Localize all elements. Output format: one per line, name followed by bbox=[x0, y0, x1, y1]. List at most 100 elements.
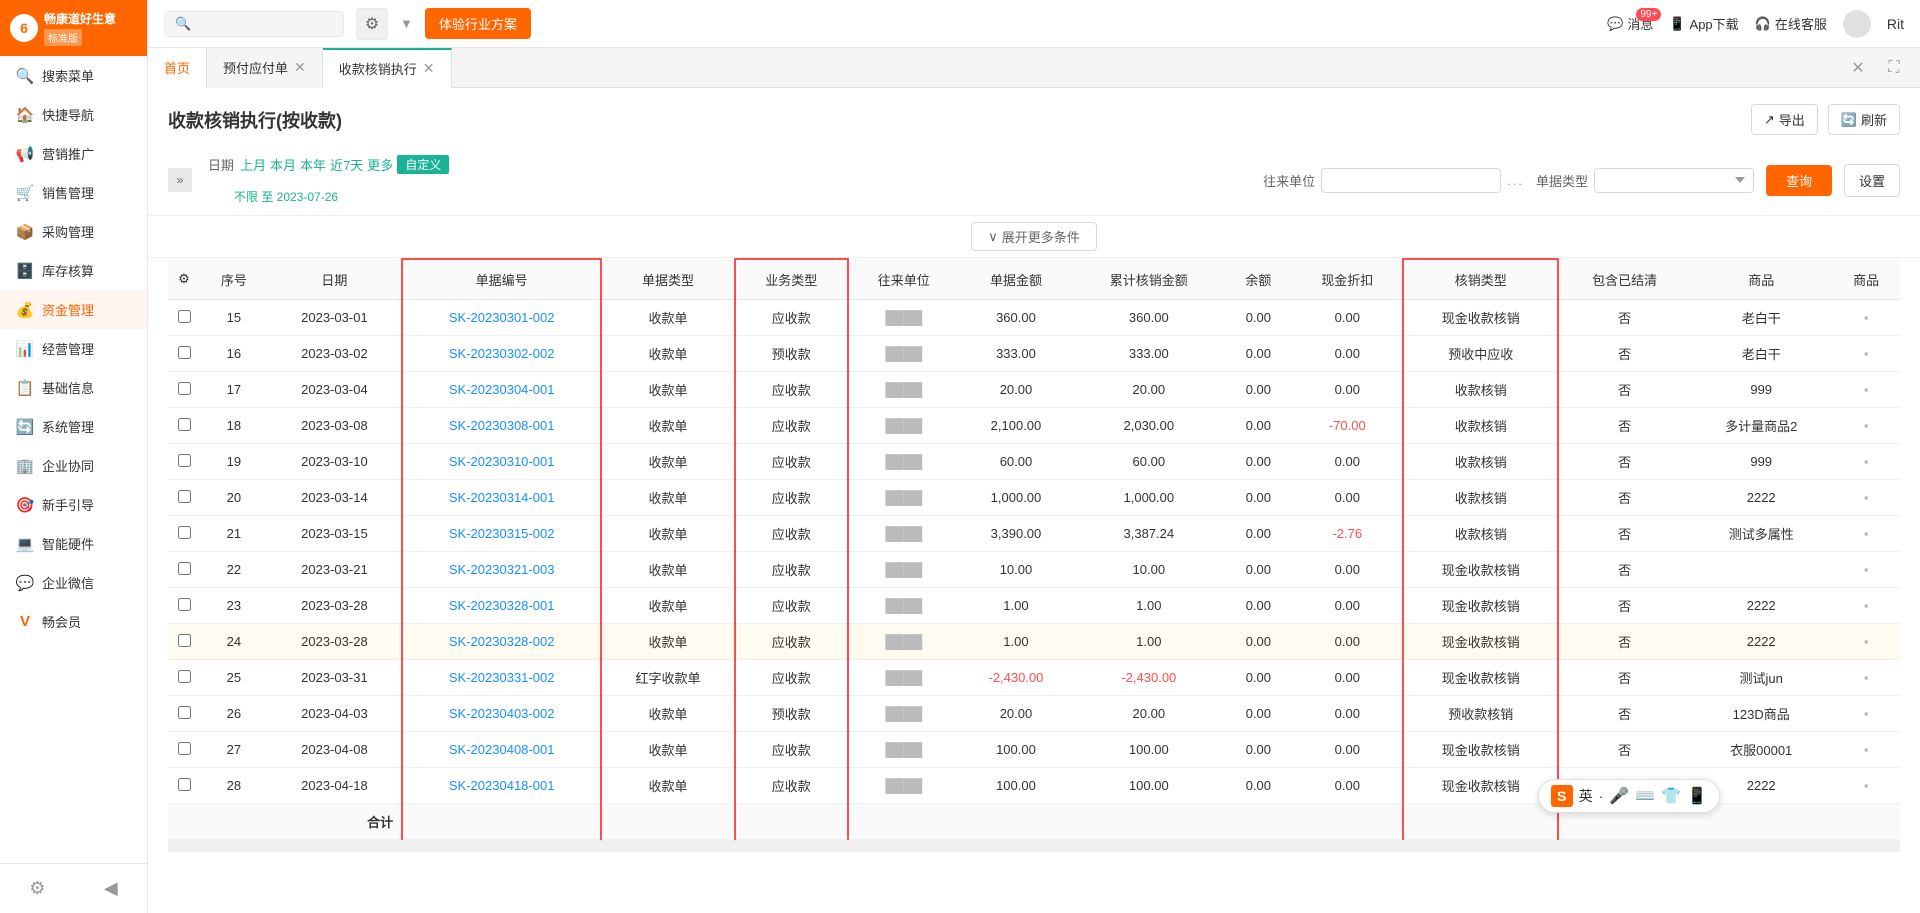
cell-amount: -2,430.00 bbox=[959, 660, 1073, 696]
bill-no-link[interactable]: SK-20230328-002 bbox=[449, 634, 555, 649]
cell-checkbox[interactable] bbox=[168, 660, 200, 696]
bill-no-link[interactable]: SK-20230408-001 bbox=[449, 742, 555, 757]
topbar-msg-btn[interactable]: 💬 消息 99+ bbox=[1607, 14, 1653, 33]
tab-expand-btn[interactable]: ⛶ bbox=[1880, 54, 1908, 82]
sidebar-item-guide[interactable]: 🎯 新手引导 bbox=[0, 485, 147, 524]
floating-apps-btn[interactable]: 📱 bbox=[1687, 786, 1707, 806]
cell-checkbox[interactable] bbox=[168, 516, 200, 552]
sidebar-item-search[interactable]: 🔍 搜索菜单 bbox=[0, 56, 147, 95]
sidebar-item-enterprise[interactable]: 🏢 企业协同 bbox=[0, 446, 147, 485]
sidebar-gear-btn[interactable]: ⚙ bbox=[19, 872, 55, 905]
sidebar-item-system[interactable]: 🔄 系统管理 bbox=[0, 407, 147, 446]
filter-custom-btn[interactable]: 自定义 bbox=[397, 155, 449, 174]
col-cash-discount: 现金折扣 bbox=[1292, 259, 1403, 300]
cell-checkbox[interactable] bbox=[168, 732, 200, 768]
user-avatar[interactable] bbox=[1843, 10, 1871, 38]
query-btn[interactable]: 查询 bbox=[1766, 165, 1832, 196]
sidebar-item-finance[interactable]: 💰 资金管理 bbox=[0, 290, 147, 329]
cell-checkbox[interactable] bbox=[168, 372, 200, 408]
sidebar-item-purchase[interactable]: 📦 采购管理 bbox=[0, 212, 147, 251]
cell-checkbox[interactable] bbox=[168, 624, 200, 660]
sidebar-item-quick-nav[interactable]: 🏠 快捷导航 bbox=[0, 95, 147, 134]
cell-include-settled: 否 bbox=[1558, 336, 1690, 372]
cell-checkbox[interactable] bbox=[168, 696, 200, 732]
sidebar-item-hardware[interactable]: 💻 智能硬件 bbox=[0, 524, 147, 563]
cell-balance: 0.00 bbox=[1225, 408, 1293, 444]
bill-no-link[interactable]: SK-20230302-002 bbox=[449, 346, 555, 361]
floating-dot: · bbox=[1599, 788, 1604, 804]
sidebar-item-label: 畅会员 bbox=[42, 612, 81, 631]
tab-collection-close[interactable]: ✕ bbox=[423, 60, 435, 77]
filter-this-month[interactable]: 本月 bbox=[270, 155, 296, 174]
tab-prepay-close[interactable]: ✕ bbox=[294, 59, 306, 76]
cell-checkbox[interactable] bbox=[168, 444, 200, 480]
bill-no-link[interactable]: SK-20230331-002 bbox=[449, 670, 555, 685]
filter-more[interactable]: 更多 bbox=[367, 155, 393, 174]
bill-no-link[interactable]: SK-20230328-001 bbox=[449, 598, 555, 613]
tab-close-btn[interactable]: ✕ bbox=[1844, 54, 1872, 82]
cell-bill-type: 收款单 bbox=[601, 516, 735, 552]
sidebar-item-member[interactable]: V 畅会员 bbox=[0, 602, 147, 641]
floating-mic-btn[interactable]: 🎤 bbox=[1609, 786, 1629, 806]
cell-checkbox[interactable] bbox=[168, 588, 200, 624]
tab-home[interactable]: 首页 bbox=[148, 48, 207, 88]
sidebar-item-basics[interactable]: 📋 基础信息 bbox=[0, 368, 147, 407]
bill-no-link[interactable]: SK-20230315-002 bbox=[449, 526, 555, 541]
partner-dots[interactable]: ... bbox=[1507, 173, 1524, 188]
bill-no-link[interactable]: SK-20230321-003 bbox=[449, 562, 555, 577]
floating-brand-icon: S bbox=[1551, 785, 1573, 807]
col-amount: 单据金额 bbox=[959, 259, 1073, 300]
cell-checkbox[interactable] bbox=[168, 768, 200, 804]
cell-checkbox[interactable] bbox=[168, 552, 200, 588]
topbar-search[interactable]: 🔍 bbox=[164, 11, 344, 37]
col-settings[interactable]: ⚙ bbox=[168, 259, 200, 300]
topbar-service-btn[interactable]: 🎧 在线客服 bbox=[1755, 14, 1827, 33]
tab-collection[interactable]: 收款核销执行 ✕ bbox=[323, 48, 452, 88]
cell-checkbox[interactable] bbox=[168, 336, 200, 372]
partner-input[interactable] bbox=[1321, 168, 1501, 193]
filter-collapse-btn[interactable]: » bbox=[168, 168, 192, 192]
bill-no-link[interactable]: SK-20230308-001 bbox=[449, 418, 555, 433]
tab-prepay-label: 预付应付单 bbox=[223, 58, 288, 77]
tab-prepay[interactable]: 预付应付单 ✕ bbox=[207, 48, 323, 88]
cell-checkbox[interactable] bbox=[168, 408, 200, 444]
cell-checkbox[interactable] bbox=[168, 480, 200, 516]
bill-no-link[interactable]: SK-20230310-001 bbox=[449, 454, 555, 469]
bill-no-link[interactable]: SK-20230403-002 bbox=[449, 706, 555, 721]
col-settings-icon[interactable]: ⚙ bbox=[178, 271, 190, 286]
system-icon: 🔄 bbox=[16, 418, 34, 436]
sidebar-item-inventory[interactable]: 🗄️ 库存核算 bbox=[0, 251, 147, 290]
export-btn[interactable]: ↗ 导出 bbox=[1751, 104, 1818, 135]
cell-checkbox[interactable] bbox=[168, 300, 200, 336]
topbar-app-btn[interactable]: 📱 App下载 bbox=[1669, 14, 1738, 33]
sidebar-item-label: 搜索菜单 bbox=[42, 66, 94, 85]
topbar-gear-btn[interactable]: ⚙ bbox=[356, 8, 388, 40]
sidebar-item-sales[interactable]: 🛒 销售管理 bbox=[0, 173, 147, 212]
floating-keyboard-btn[interactable]: ⌨️ bbox=[1635, 786, 1655, 806]
cell-date: 2023-03-10 bbox=[268, 444, 403, 480]
bill-type-select[interactable] bbox=[1594, 168, 1754, 193]
filter-this-year[interactable]: 本年 bbox=[300, 155, 326, 174]
sidebar-item-label: 采购管理 bbox=[42, 222, 94, 241]
floating-clothes-btn[interactable]: 👕 bbox=[1661, 786, 1681, 806]
sidebar-item-marketing[interactable]: 📢 营销推广 bbox=[0, 134, 147, 173]
cell-balance: 0.00 bbox=[1225, 480, 1293, 516]
sidebar-collapse-btn[interactable]: ◀ bbox=[94, 872, 128, 905]
bill-no-link[interactable]: SK-20230304-001 bbox=[449, 382, 555, 397]
filter-last-month[interactable]: 上月 bbox=[240, 155, 266, 174]
sidebar-item-operations[interactable]: 📊 经营管理 bbox=[0, 329, 147, 368]
table-row: 19 2023-03-10 SK-20230310-001 收款单 应收款 ██… bbox=[168, 444, 1900, 480]
scrollbar-row bbox=[168, 840, 1900, 852]
solution-btn[interactable]: 体验行业方案 bbox=[425, 8, 531, 39]
cell-verify-type: 现金收款核销 bbox=[1403, 732, 1558, 768]
filter-settings-btn[interactable]: 设置 bbox=[1844, 164, 1900, 197]
cell-verified: 20.00 bbox=[1073, 696, 1224, 732]
expand-conditions-btn[interactable]: ∨ 展开更多条件 bbox=[971, 222, 1097, 251]
bill-no-link[interactable]: SK-20230418-001 bbox=[449, 778, 555, 793]
bill-no-link[interactable]: SK-20230314-001 bbox=[449, 490, 555, 505]
refresh-btn[interactable]: 🔄 刷新 bbox=[1828, 104, 1900, 135]
sidebar-item-wechat[interactable]: 💬 企业微信 bbox=[0, 563, 147, 602]
filter-last-7days[interactable]: 近7天 bbox=[330, 155, 363, 174]
cell-bill-type: 收款单 bbox=[601, 552, 735, 588]
bill-no-link[interactable]: SK-20230301-002 bbox=[449, 310, 555, 325]
